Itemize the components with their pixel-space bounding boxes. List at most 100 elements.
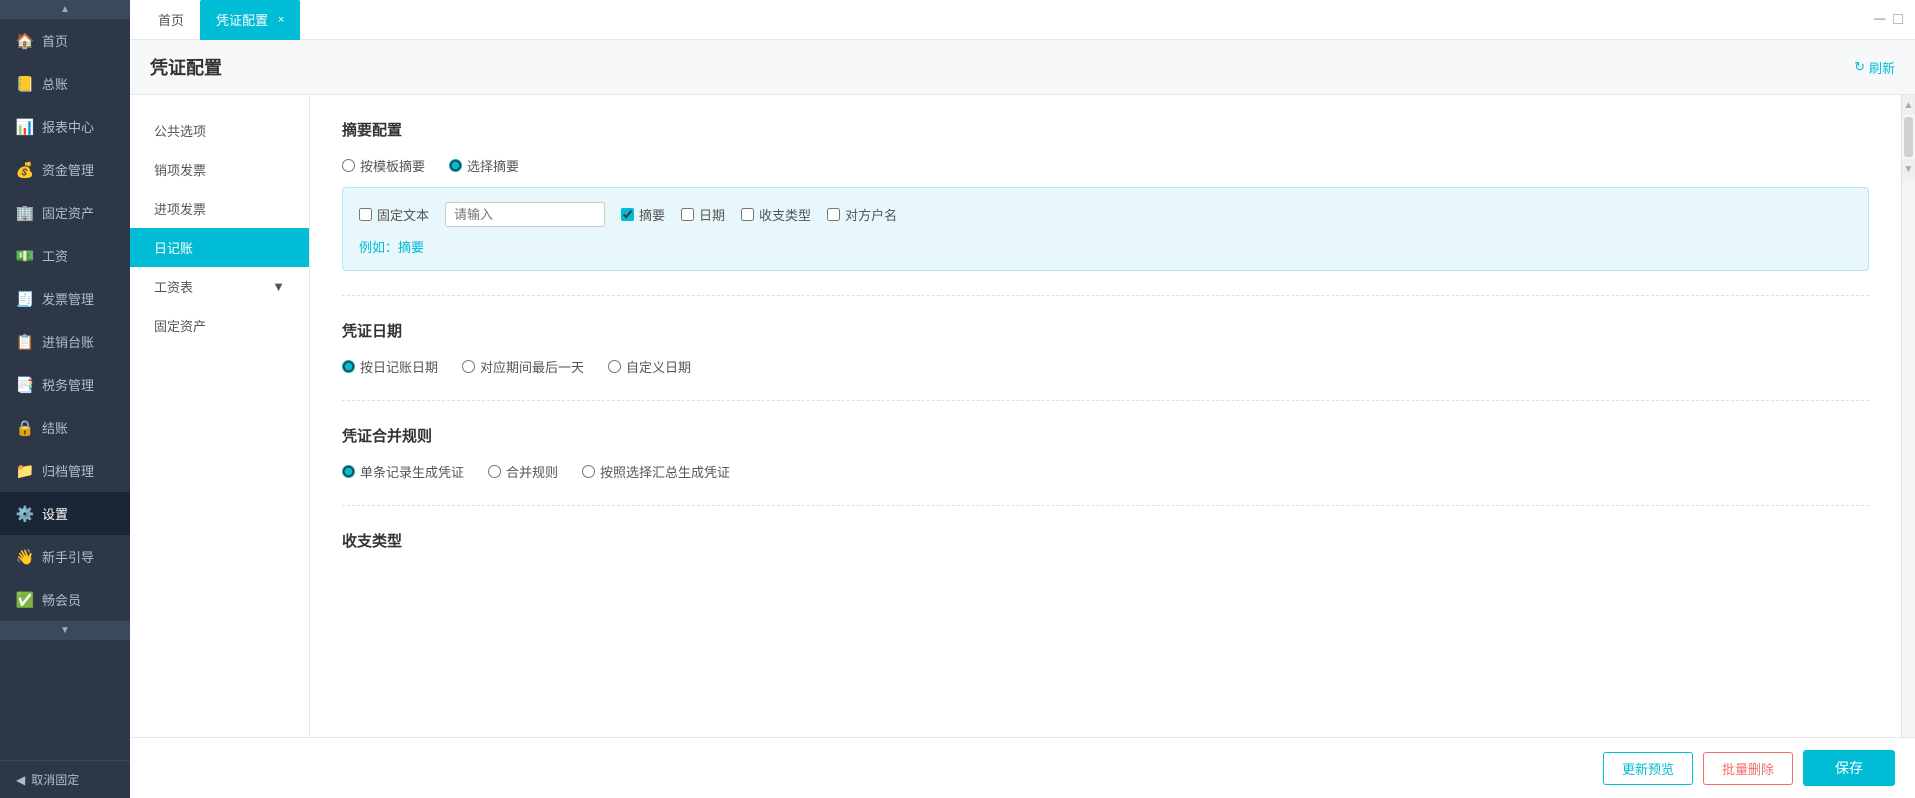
- checkbox-fixed-text[interactable]: 固定文本: [359, 205, 429, 224]
- maximize-button[interactable]: □: [1893, 11, 1903, 29]
- tab-bar-actions: ─ □: [1874, 11, 1903, 29]
- sidebar-item-payroll[interactable]: 💵 工资: [0, 234, 130, 277]
- radio-custom-date[interactable]: 自定义日期: [608, 357, 691, 376]
- voucher-date-title: 凭证日期: [342, 320, 1869, 341]
- sidebar-item-archive[interactable]: 📁 归档管理: [0, 449, 130, 492]
- by-journal-date-input[interactable]: [342, 360, 355, 373]
- assets-icon: 🏢: [16, 204, 34, 222]
- sidebar-item-guide[interactable]: 👋 新手引导: [0, 535, 130, 578]
- checkbox-date[interactable]: 日期: [681, 205, 725, 224]
- update-preview-button[interactable]: 更新预览: [1603, 752, 1693, 785]
- tax-icon: 📑: [16, 376, 34, 394]
- voucher-date-section: 凭证日期 按日记账日期 对应期间最后一天 自定义日期: [342, 320, 1869, 401]
- refresh-button[interactable]: ↻ 刷新: [1854, 58, 1895, 77]
- summary-checkbox-row: 固定文本 摘要 日期 收支类型: [359, 202, 1852, 227]
- fixed-text-field[interactable]: [445, 202, 605, 227]
- radio-merge[interactable]: 合并规则: [488, 462, 558, 481]
- refresh-icon: ↻: [1854, 59, 1865, 75]
- summary-example: 例如：摘要: [359, 237, 1852, 256]
- sidebar-item-inout[interactable]: 📋 进销台账: [0, 320, 130, 363]
- close-account-icon: 🔒: [16, 419, 34, 437]
- page-title: 凭证配置: [150, 54, 222, 80]
- voucher-date-radio-group: 按日记账日期 对应期间最后一天 自定义日期: [342, 357, 1869, 376]
- right-content: 摘要配置 按模板摘要 选择摘要 固定文本: [310, 95, 1901, 737]
- sidebar-scroll-down[interactable]: ▼: [0, 621, 130, 640]
- main-area: 首页 凭证配置 × ─ □ 凭证配置 ↻ 刷新 公共选项 销项发票 进: [130, 0, 1915, 798]
- last-day-input[interactable]: [462, 360, 475, 373]
- income-expense-section: 收支类型: [342, 530, 1869, 591]
- sidebar-item-reports[interactable]: 📊 报表中心: [0, 105, 130, 148]
- left-nav: 公共选项 销项发票 进项发票 日记账 工资表 ▼ 固定资产: [130, 95, 310, 737]
- sidebar-item-tax[interactable]: 📑 税务管理: [0, 363, 130, 406]
- checkbox-counterparty[interactable]: 对方户名: [827, 205, 897, 224]
- checkbox-abstract[interactable]: 摘要: [621, 205, 665, 224]
- sidebar-scroll-up[interactable]: ▲: [0, 0, 130, 19]
- invoice-icon: 🧾: [16, 290, 34, 308]
- income-expense-title: 收支类型: [342, 530, 1869, 551]
- settings-icon: ⚙️: [16, 505, 34, 523]
- sidebar-item-funds[interactable]: 💰 资金管理: [0, 148, 130, 191]
- left-nav-payroll-table[interactable]: 工资表 ▼: [130, 267, 309, 306]
- merge-input[interactable]: [488, 465, 501, 478]
- summary-section: 摘要配置 按模板摘要 选择摘要 固定文本: [342, 119, 1869, 296]
- content-wrapper: 公共选项 销项发票 进项发票 日记账 工资表 ▼ 固定资产 摘要配置: [130, 95, 1915, 737]
- tab-close-button[interactable]: ×: [278, 14, 284, 26]
- tab-voucher-config[interactable]: 凭证配置 ×: [200, 0, 300, 40]
- tab-bar: 首页 凭证配置 × ─ □: [130, 0, 1915, 40]
- sidebar-item-invoice[interactable]: 🧾 发票管理: [0, 277, 130, 320]
- save-button[interactable]: 保存: [1803, 750, 1895, 786]
- radio-template-input[interactable]: [342, 159, 355, 172]
- fixed-text-input[interactable]: [359, 208, 372, 221]
- sidebar-item-ledger[interactable]: 📒 总账: [0, 62, 130, 105]
- sidebar-item-home[interactable]: 🏠 首页: [0, 19, 130, 62]
- payroll-icon: 💵: [16, 247, 34, 265]
- batch-delete-button[interactable]: 批量删除: [1703, 752, 1793, 785]
- reports-icon: 📊: [16, 118, 34, 136]
- date-input[interactable]: [681, 208, 694, 221]
- tab-home[interactable]: 首页: [142, 0, 200, 40]
- radio-by-selection[interactable]: 按照选择汇总生成凭证: [582, 462, 730, 481]
- left-nav-fixed-assets[interactable]: 固定资产: [130, 306, 309, 345]
- sidebar-item-close[interactable]: 🔒 结账: [0, 406, 130, 449]
- custom-date-input[interactable]: [608, 360, 621, 373]
- radio-by-journal-date[interactable]: 按日记账日期: [342, 357, 438, 376]
- by-selection-input[interactable]: [582, 465, 595, 478]
- merge-rules-section: 凭证合并规则 单条记录生成凭证 合并规则 按照选择汇总生成凭证: [342, 425, 1869, 506]
- left-nav-journal[interactable]: 日记账: [130, 228, 309, 267]
- sidebar-unpin-button[interactable]: ◀ 取消固定: [0, 760, 130, 798]
- sidebar-item-assets[interactable]: 🏢 固定资产: [0, 191, 130, 234]
- single-input[interactable]: [342, 465, 355, 478]
- funds-icon: 💰: [16, 161, 34, 179]
- summary-title: 摘要配置: [342, 119, 1869, 140]
- merge-rules-title: 凭证合并规则: [342, 425, 1869, 446]
- page-header: 凭证配置 ↻ 刷新: [130, 40, 1915, 95]
- counterparty-input[interactable]: [827, 208, 840, 221]
- scrollbar-track: ▲ ▼: [1901, 95, 1915, 737]
- left-nav-sales-invoice[interactable]: 销项发票: [130, 150, 309, 189]
- radio-template-summary[interactable]: 按模板摘要: [342, 156, 425, 175]
- radio-single[interactable]: 单条记录生成凭证: [342, 462, 464, 481]
- income-type-input[interactable]: [741, 208, 754, 221]
- summary-radio-group: 按模板摘要 选择摘要: [342, 156, 1869, 175]
- left-nav-public[interactable]: 公共选项: [130, 111, 309, 150]
- left-nav-purchase-invoice[interactable]: 进项发票: [130, 189, 309, 228]
- sidebar-item-settings[interactable]: ⚙️ 设置: [0, 492, 130, 535]
- ledger-icon: 📒: [16, 75, 34, 93]
- member-icon: ✅: [16, 591, 34, 609]
- minimize-button[interactable]: ─: [1874, 11, 1885, 29]
- scroll-thumb[interactable]: [1904, 117, 1913, 157]
- sidebar-item-member[interactable]: ✅ 畅会员: [0, 578, 130, 621]
- radio-select-input[interactable]: [449, 159, 462, 172]
- pin-icon: ◀: [16, 773, 25, 787]
- radio-last-day[interactable]: 对应期间最后一天: [462, 357, 584, 376]
- checkbox-income-type[interactable]: 收支类型: [741, 205, 811, 224]
- abstract-input[interactable]: [621, 208, 634, 221]
- guide-icon: 👋: [16, 548, 34, 566]
- scroll-down-button[interactable]: ▼: [1902, 159, 1915, 179]
- scroll-up-button[interactable]: ▲: [1902, 95, 1915, 115]
- summary-config-box: 固定文本 摘要 日期 收支类型: [342, 187, 1869, 271]
- radio-select-summary[interactable]: 选择摘要: [449, 156, 519, 175]
- sidebar: ▲ 🏠 首页 📒 总账 📊 报表中心 💰 资金管理 🏢 固定资产 💵 工资 🧾 …: [0, 0, 130, 798]
- merge-rules-radio-group: 单条记录生成凭证 合并规则 按照选择汇总生成凭证: [342, 462, 1869, 481]
- archive-icon: 📁: [16, 462, 34, 480]
